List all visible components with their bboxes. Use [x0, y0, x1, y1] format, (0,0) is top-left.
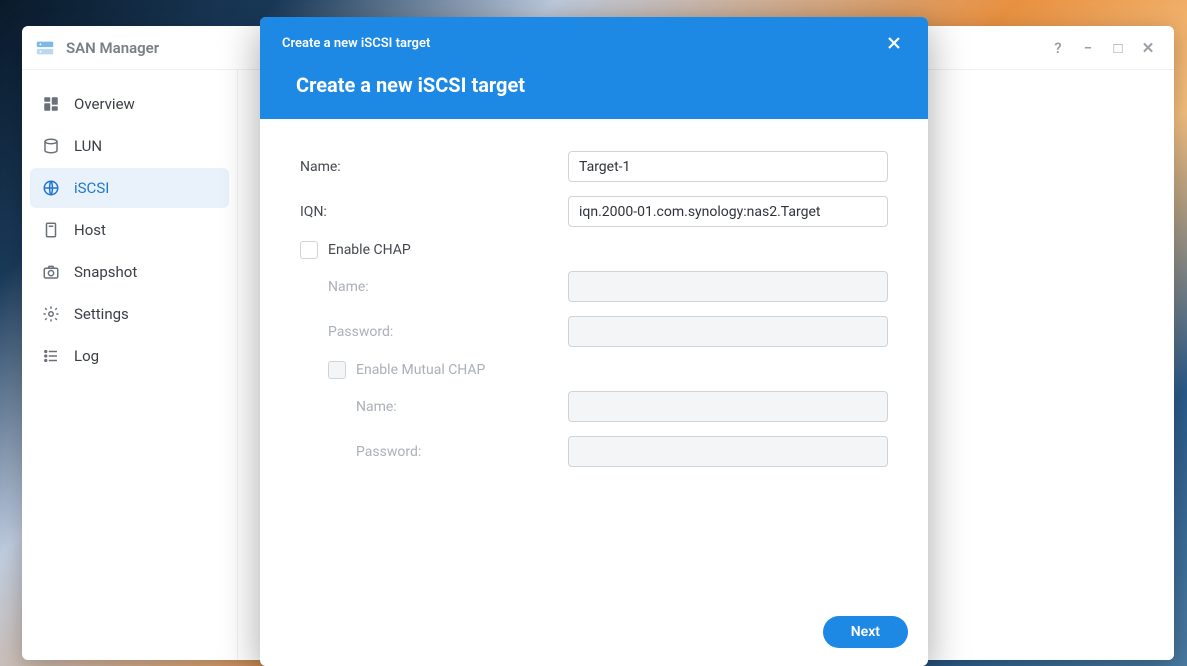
iqn-label: IQN:: [300, 204, 568, 220]
chap-name-label: Name:: [328, 279, 568, 295]
dialog-header: Create a new iSCSI target Create a new i…: [260, 17, 928, 119]
sidebar-item-label: LUN: [74, 137, 102, 155]
mutual-chap-password-input: [568, 436, 888, 467]
sidebar-item-label: Settings: [74, 305, 129, 323]
close-icon[interactable]: [882, 31, 906, 55]
gear-icon: [40, 303, 62, 325]
chap-password-label: Password:: [328, 324, 568, 340]
mutual-chap-password-label: Password:: [356, 444, 568, 460]
dialog-breadcrumb: Create a new iSCSI target: [282, 36, 430, 51]
sidebar-item-snapshot[interactable]: Snapshot: [30, 252, 229, 292]
iqn-input[interactable]: [568, 196, 888, 227]
disk-icon: [40, 135, 62, 157]
sidebar-item-host[interactable]: Host: [30, 210, 229, 250]
close-window-button[interactable]: ✕: [1134, 34, 1162, 62]
enable-mutual-chap-checkbox: [328, 361, 346, 379]
dialog-body: Name: IQN: Enable CHAP Name: Password:: [260, 119, 928, 604]
sidebar-item-label: Log: [74, 347, 99, 365]
app-title: SAN Manager: [66, 39, 159, 57]
chap-password-input: [568, 316, 888, 347]
sidebar-item-label: Host: [74, 221, 106, 239]
sidebar-item-label: Snapshot: [74, 263, 137, 281]
sidebar-item-settings[interactable]: Settings: [30, 294, 229, 334]
sidebar-item-overview[interactable]: Overview: [30, 84, 229, 124]
enable-mutual-chap-label: Enable Mutual CHAP: [356, 362, 485, 378]
globe-icon: [40, 177, 62, 199]
sidebar-item-log[interactable]: Log: [30, 336, 229, 376]
next-button[interactable]: Next: [823, 616, 908, 648]
help-button[interactable]: ?: [1044, 34, 1072, 62]
sidebar-item-label: Overview: [74, 95, 135, 113]
sidebar-item-label: iSCSI: [74, 179, 109, 197]
mutual-chap-name-input: [568, 391, 888, 422]
name-label: Name:: [300, 159, 568, 175]
sidebar-item-lun[interactable]: LUN: [30, 126, 229, 166]
enable-chap-checkbox[interactable]: [300, 241, 318, 259]
sidebar: Overview LUN iSCSI Host: [22, 70, 238, 660]
dialog-footer: Next: [260, 604, 928, 666]
host-icon: [40, 219, 62, 241]
list-icon: [40, 345, 62, 367]
maximize-button[interactable]: □: [1104, 34, 1132, 62]
enable-chap-label: Enable CHAP: [328, 242, 411, 258]
create-iscsi-target-dialog: Create a new iSCSI target Create a new i…: [260, 17, 928, 666]
app-icon: [34, 37, 56, 59]
sidebar-item-iscsi[interactable]: iSCSI: [30, 168, 229, 208]
mutual-chap-name-label: Name:: [356, 399, 568, 415]
dialog-title: Create a new iSCSI target: [282, 73, 906, 97]
name-input[interactable]: [568, 151, 888, 182]
minimize-button[interactable]: −: [1074, 34, 1102, 62]
dashboard-icon: [40, 93, 62, 115]
camera-icon: [40, 261, 62, 283]
chap-name-input: [568, 271, 888, 302]
